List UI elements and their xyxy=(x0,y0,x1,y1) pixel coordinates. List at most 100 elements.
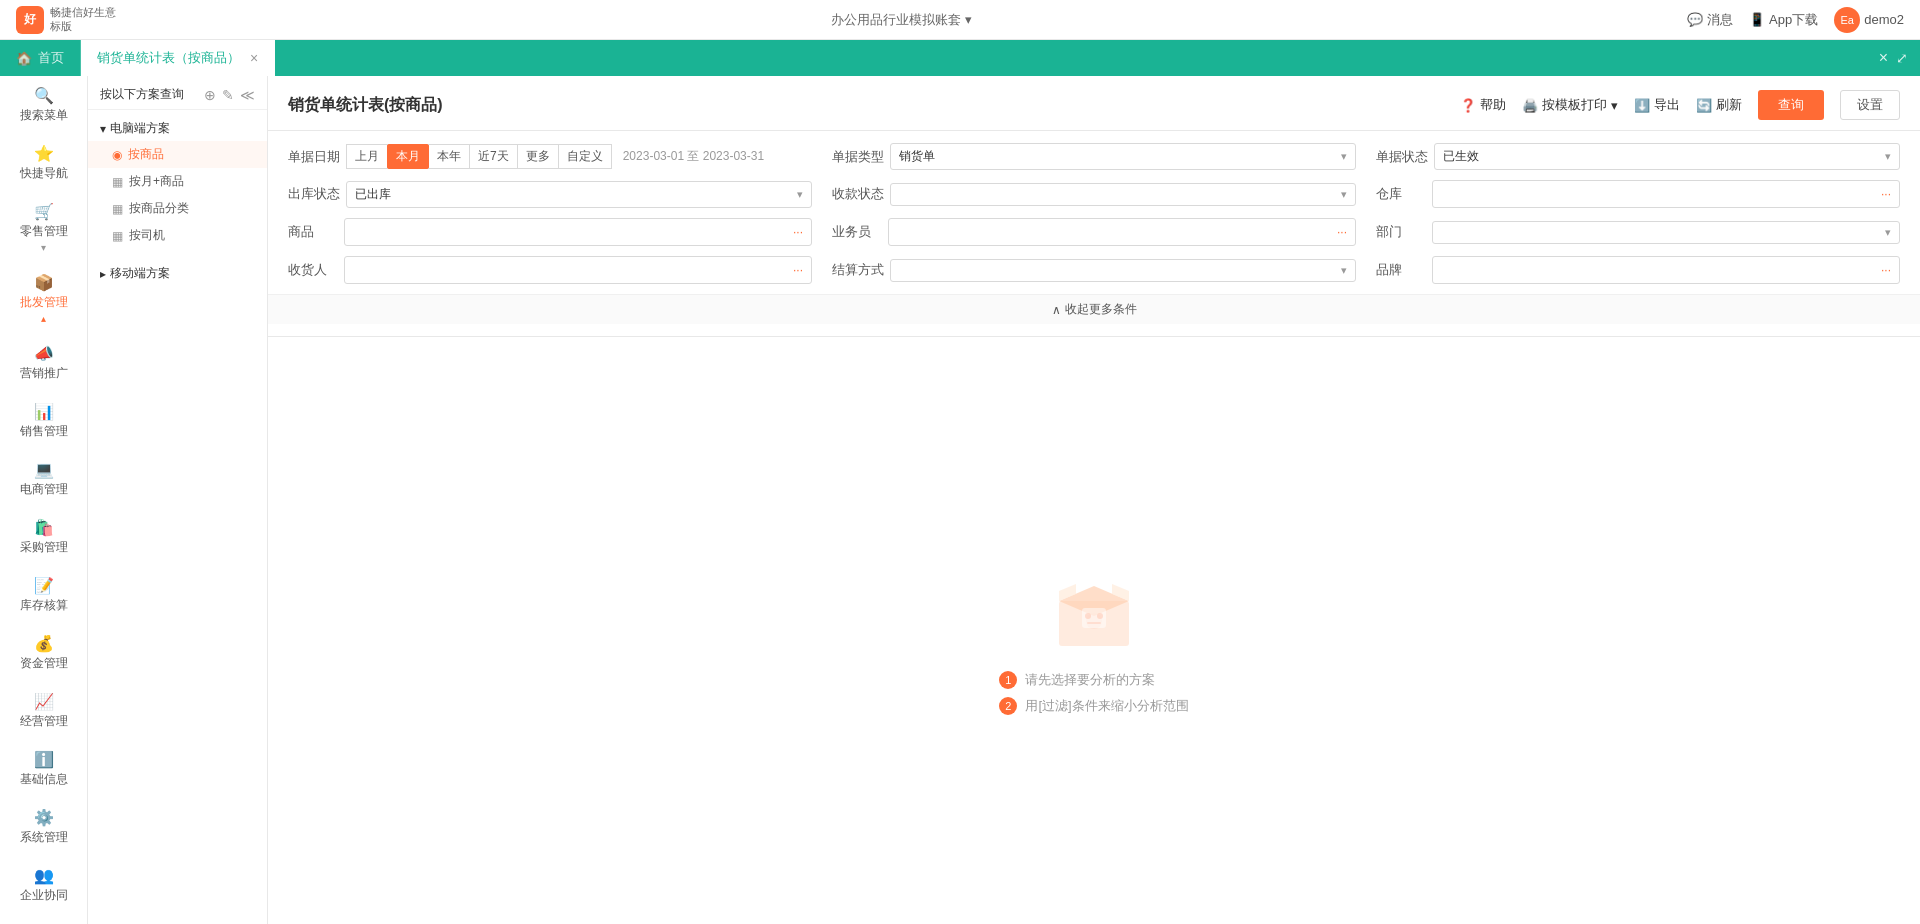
sidebar-item-enterprise[interactable]: 👥 企业协同 xyxy=(0,856,87,914)
chevron-right-icon: ▸ xyxy=(100,267,106,281)
scheme-item-by-month-product[interactable]: ▦ 按月+商品 xyxy=(88,168,267,195)
sidebar-item-retail[interactable]: 🛒 零售管理 ▾ xyxy=(0,192,87,263)
query-button[interactable]: 查询 xyxy=(1758,90,1824,120)
chevron-down-icon: ▾ xyxy=(1885,226,1891,239)
message-icon: 💬 xyxy=(1687,12,1703,27)
sidebar-item-sales[interactable]: 📊 销售管理 xyxy=(0,392,87,450)
add-scheme-button[interactable]: ⊕ xyxy=(204,87,216,103)
department-select[interactable]: ▾ xyxy=(1432,221,1900,244)
expand-icon: ▴ xyxy=(41,313,46,324)
scheme-item-by-product[interactable]: ◉ 按商品 xyxy=(88,141,267,168)
settlement-select[interactable]: ▾ xyxy=(890,259,1356,282)
more-dots-icon: ··· xyxy=(1881,187,1891,201)
filter-warehouse: 仓库 ··· xyxy=(1376,180,1900,208)
filter-settlement: 结算方式 ▾ xyxy=(832,259,1356,282)
more-dots-icon: ··· xyxy=(793,263,803,277)
message-button[interactable]: 💬 消息 xyxy=(1687,11,1733,29)
edit-scheme-button[interactable]: ✎ xyxy=(222,87,234,103)
scheme-item-by-category[interactable]: ▦ 按商品分类 xyxy=(88,195,267,222)
svg-point-6 xyxy=(1085,613,1091,619)
salesperson-select[interactable]: ··· xyxy=(888,218,1356,246)
sidebar-item-marketing[interactable]: 📣 营销推广 xyxy=(0,334,87,392)
empty-illustration xyxy=(1034,546,1154,659)
sidebar-item-inventory[interactable]: 📝 库存核算 xyxy=(0,566,87,624)
outbound-select[interactable]: 已出库 ▾ xyxy=(346,181,812,208)
tab-report[interactable]: 销货单统计表（按商品） × xyxy=(81,40,275,76)
hint-number-2: 2 xyxy=(999,697,1017,715)
svg-rect-5 xyxy=(1082,608,1106,628)
tab-close-icon[interactable]: × xyxy=(250,50,258,66)
expand-icon: ▾ xyxy=(41,242,46,253)
top-bar-right: 💬 消息 📱 App下载 Ea demo2 xyxy=(1687,7,1904,33)
sidebar-item-search[interactable]: 🔍 搜索菜单 xyxy=(0,76,87,134)
empty-state: 1 请先选择要分析的方案 2 用[过滤]条件来缩小分析范围 xyxy=(268,337,1920,924)
scheme-item-by-machine[interactable]: ▦ 按司机 xyxy=(88,222,267,249)
template-print-button[interactable]: 🖨️ 按模板打印 ▾ xyxy=(1522,96,1618,114)
settings-button[interactable]: 设置 xyxy=(1840,90,1900,120)
date-tab-this-month[interactable]: 本月 xyxy=(387,144,429,169)
enterprise-icon: 👥 xyxy=(34,866,54,885)
sidebar-item-finance[interactable]: 💰 资金管理 xyxy=(0,624,87,682)
app-download-button[interactable]: 📱 App下载 xyxy=(1749,11,1818,29)
home-icon: 🏠 xyxy=(16,51,32,66)
date-tab-this-year[interactable]: 本年 xyxy=(428,144,470,169)
payment-select[interactable]: ▾ xyxy=(890,183,1356,206)
top-bar: 好 畅捷信好生意 标版 办公用品行业模拟账套 ▾ 💬 消息 📱 App下载 Ea… xyxy=(0,0,1920,40)
date-tab-more[interactable]: 更多 xyxy=(517,144,559,169)
warehouse-select[interactable]: ··· xyxy=(1432,180,1900,208)
product-select[interactable]: ··· xyxy=(344,218,812,246)
sidebar-item-wholesale[interactable]: 📦 批发管理 ▴ xyxy=(0,263,87,334)
date-tab-last-month[interactable]: 上月 xyxy=(346,144,388,169)
sidebar-item-ops[interactable]: 📈 经营管理 xyxy=(0,682,87,740)
empty-box-svg xyxy=(1034,546,1154,656)
doc-type-select[interactable]: 销货单 ▾ xyxy=(890,143,1356,170)
chevron-down-icon: ▾ xyxy=(100,122,106,136)
date-tab-7days[interactable]: 近7天 xyxy=(469,144,518,169)
page-title: 销货单统计表(按商品) xyxy=(288,95,443,116)
user-menu[interactable]: Ea demo2 xyxy=(1834,7,1904,33)
scheme-group-mobile: ▸ 移动端方案 xyxy=(88,255,267,292)
date-range-display: 2023-03-01 至 2023-03-31 xyxy=(623,148,764,165)
finance-icon: 💰 xyxy=(34,634,54,653)
help-button[interactable]: ❓ 帮助 xyxy=(1460,96,1506,114)
filter-date: 单据日期 上月 本月 本年 近7天 更多 自定义 2023-03-01 至 20… xyxy=(288,144,812,169)
workspace-selector[interactable]: 办公用品行业模拟账套 ▾ xyxy=(831,11,972,29)
page-action-bar: ❓ 帮助 🖨️ 按模板打印 ▾ ⬇️ 导出 🔄 刷新 查询 设置 xyxy=(1460,90,1900,120)
collapse-bar[interactable]: ∧ 收起更多条件 xyxy=(268,294,1920,324)
search-icon: 🔍 xyxy=(34,86,54,105)
scheme-group-mobile-title[interactable]: ▸ 移动端方案 xyxy=(88,261,267,286)
page-header: 销货单统计表(按商品) ❓ 帮助 🖨️ 按模板打印 ▾ ⬇️ 导出 🔄 刷新 xyxy=(268,76,1920,131)
help-icon: ❓ xyxy=(1460,98,1476,113)
brand-select[interactable]: ··· xyxy=(1432,256,1900,284)
export-icon: ⬇️ xyxy=(1634,98,1650,113)
doc-status-select[interactable]: 已生效 ▾ xyxy=(1434,143,1900,170)
download-icon: 📱 xyxy=(1749,12,1765,27)
sidebar-item-basic[interactable]: ℹ️ 基础信息 xyxy=(0,740,87,798)
radio-selected-icon: ◉ xyxy=(112,148,122,162)
sidebar: 🔍 搜索菜单 ⭐ 快捷导航 🛒 零售管理 ▾ 📦 批发管理 ▴ 📣 营销推广 📊… xyxy=(0,76,88,924)
sidebar-item-system[interactable]: ⚙️ 系统管理 xyxy=(0,798,87,856)
tab-maximize-icon[interactable]: ⤢ xyxy=(1896,50,1908,66)
export-button[interactable]: ⬇️ 导出 xyxy=(1634,96,1680,114)
grid-icon: ▦ xyxy=(112,229,123,243)
sidebar-item-guide[interactable]: 🎯 新手引导 xyxy=(0,914,87,924)
scheme-group-desktop-title[interactable]: ▾ 电脑端方案 xyxy=(88,116,267,141)
date-filter-control: 上月 本月 本年 近7天 更多 自定义 2023-03-01 至 2023-03… xyxy=(346,144,812,169)
receiver-select[interactable]: ··· xyxy=(344,256,812,284)
tab-home[interactable]: 🏠 首页 xyxy=(0,40,81,76)
tab-close-window-icon[interactable]: × xyxy=(1879,49,1888,67)
star-icon: ⭐ xyxy=(34,144,54,163)
chevron-down-icon: ▾ xyxy=(1341,188,1347,201)
date-tab-custom[interactable]: 自定义 xyxy=(558,144,612,169)
refresh-button[interactable]: 🔄 刷新 xyxy=(1696,96,1742,114)
retail-icon: 🛒 xyxy=(34,202,54,221)
sidebar-item-ecom[interactable]: 💻 电商管理 xyxy=(0,450,87,508)
filter-payment: 收款状态 ▾ xyxy=(832,183,1356,206)
sidebar-item-purchase[interactable]: 🛍️ 采购管理 xyxy=(0,508,87,566)
collapse-panel-button[interactable]: ≪ xyxy=(240,87,255,103)
chevron-down-icon: ▾ xyxy=(1885,150,1891,163)
marketing-icon: 📣 xyxy=(34,344,54,363)
ops-icon: 📈 xyxy=(34,692,54,711)
sidebar-item-quicknav[interactable]: ⭐ 快捷导航 xyxy=(0,134,87,192)
logo-text: 畅捷信好生意 标版 xyxy=(50,6,116,32)
